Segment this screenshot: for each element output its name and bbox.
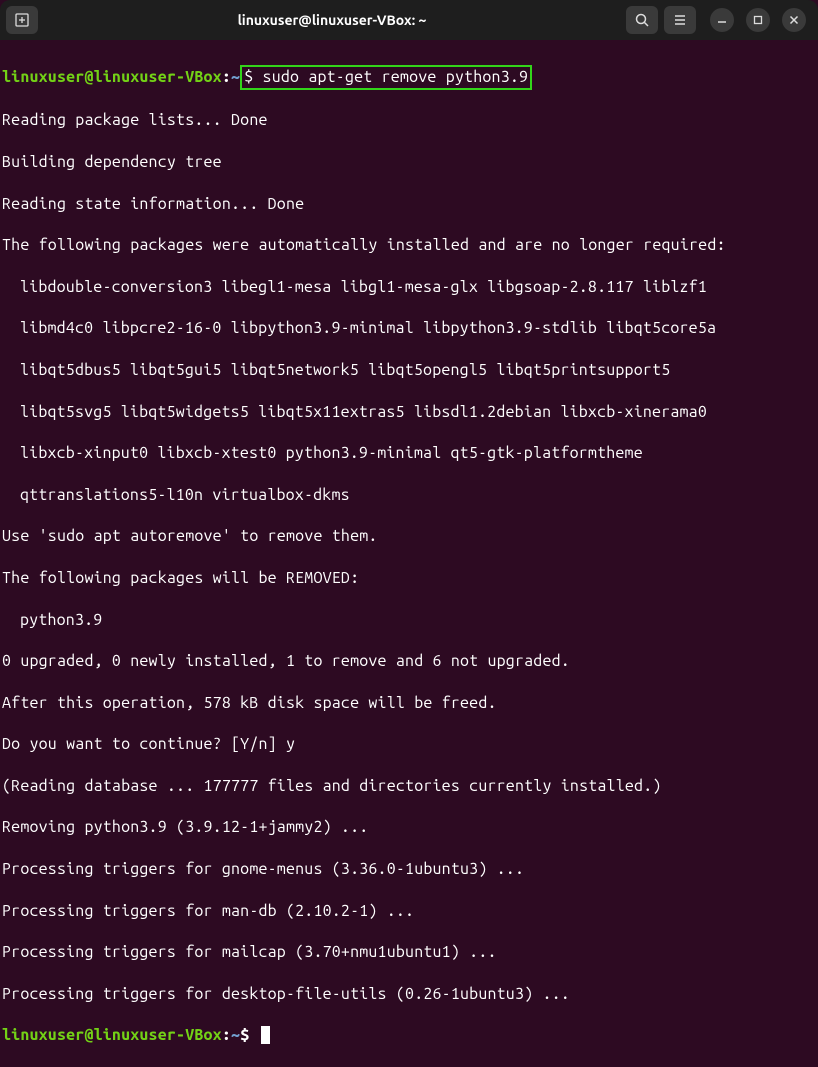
new-tab-button[interactable] [6,6,38,34]
output-line: Building dependency tree [2,152,816,173]
window-title: linuxuser@linuxuser-VBox: ~ [44,12,620,28]
output-line: libdouble-conversion3 libegl1-mesa libgl… [2,277,816,298]
output-line: Processing triggers for mailcap (3.70+nm… [2,942,816,963]
output-line: Processing triggers for man-db (2.10.2-1… [2,901,816,922]
search-icon [634,12,650,28]
terminal-body[interactable]: linuxuser@linuxuser-VBox:~$ sudo apt-get… [0,40,818,1067]
hamburger-icon [672,12,688,28]
plus-icon [14,12,30,28]
output-line: After this operation, 578 kB disk space … [2,693,816,714]
output-line: (Reading database ... 177777 files and d… [2,776,816,797]
output-line: Removing python3.9 (3.9.12-1+jammy2) ... [2,817,816,838]
prompt-line-2: linuxuser@linuxuser-VBox:~$ [2,1025,816,1046]
output-line: Processing triggers for gnome-menus (3.3… [2,859,816,880]
prompt-symbol: $ [244,68,253,86]
output-line: Processing triggers for desktop-file-uti… [2,984,816,1005]
window-titlebar: linuxuser@linuxuser-VBox: ~ [0,0,818,40]
prompt-line-1: linuxuser@linuxuser-VBox:~$ sudo apt-get… [2,65,816,90]
output-line: qttranslations5-l10n virtualbox-dkms [2,485,816,506]
maximize-icon [753,15,763,25]
close-button[interactable] [782,8,806,32]
output-line: The following packages will be REMOVED: [2,568,816,589]
output-line: Use 'sudo apt autoremove' to remove them… [2,526,816,547]
menu-button[interactable] [664,6,696,34]
minimize-icon [717,15,727,25]
command-text: sudo apt-get remove python3.9 [263,68,529,86]
close-icon [789,15,799,25]
prompt-path: ~ [231,68,240,86]
output-line: 0 upgraded, 0 newly installed, 1 to remo… [2,651,816,672]
window-controls [710,8,806,32]
output-line: libmd4c0 libpcre2-16-0 libpython3.9-mini… [2,318,816,339]
output-line: python3.9 [2,610,816,631]
output-line: Reading package lists... Done [2,110,816,131]
output-line: The following packages were automaticall… [2,235,816,256]
prompt-symbol: $ [240,1026,249,1044]
search-button[interactable] [626,6,658,34]
prompt-user-host: linuxuser@linuxuser-VBox [2,68,222,86]
maximize-button[interactable] [746,8,770,32]
minimize-button[interactable] [710,8,734,32]
prompt-user-host: linuxuser@linuxuser-VBox [2,1026,222,1044]
output-line: Do you want to continue? [Y/n] y [2,734,816,755]
prompt-colon: : [222,68,231,86]
output-line: libqt5svg5 libqt5widgets5 libqt5x11extra… [2,402,816,423]
cursor [261,1026,270,1044]
prompt-path: ~ [231,1026,240,1044]
prompt-colon: : [222,1026,231,1044]
output-line: libxcb-xinput0 libxcb-xtest0 python3.9-m… [2,443,816,464]
output-line: libqt5dbus5 libqt5gui5 libqt5network5 li… [2,360,816,381]
command-highlight: $ sudo apt-get remove python3.9 [240,65,532,90]
output-line: Reading state information... Done [2,194,816,215]
